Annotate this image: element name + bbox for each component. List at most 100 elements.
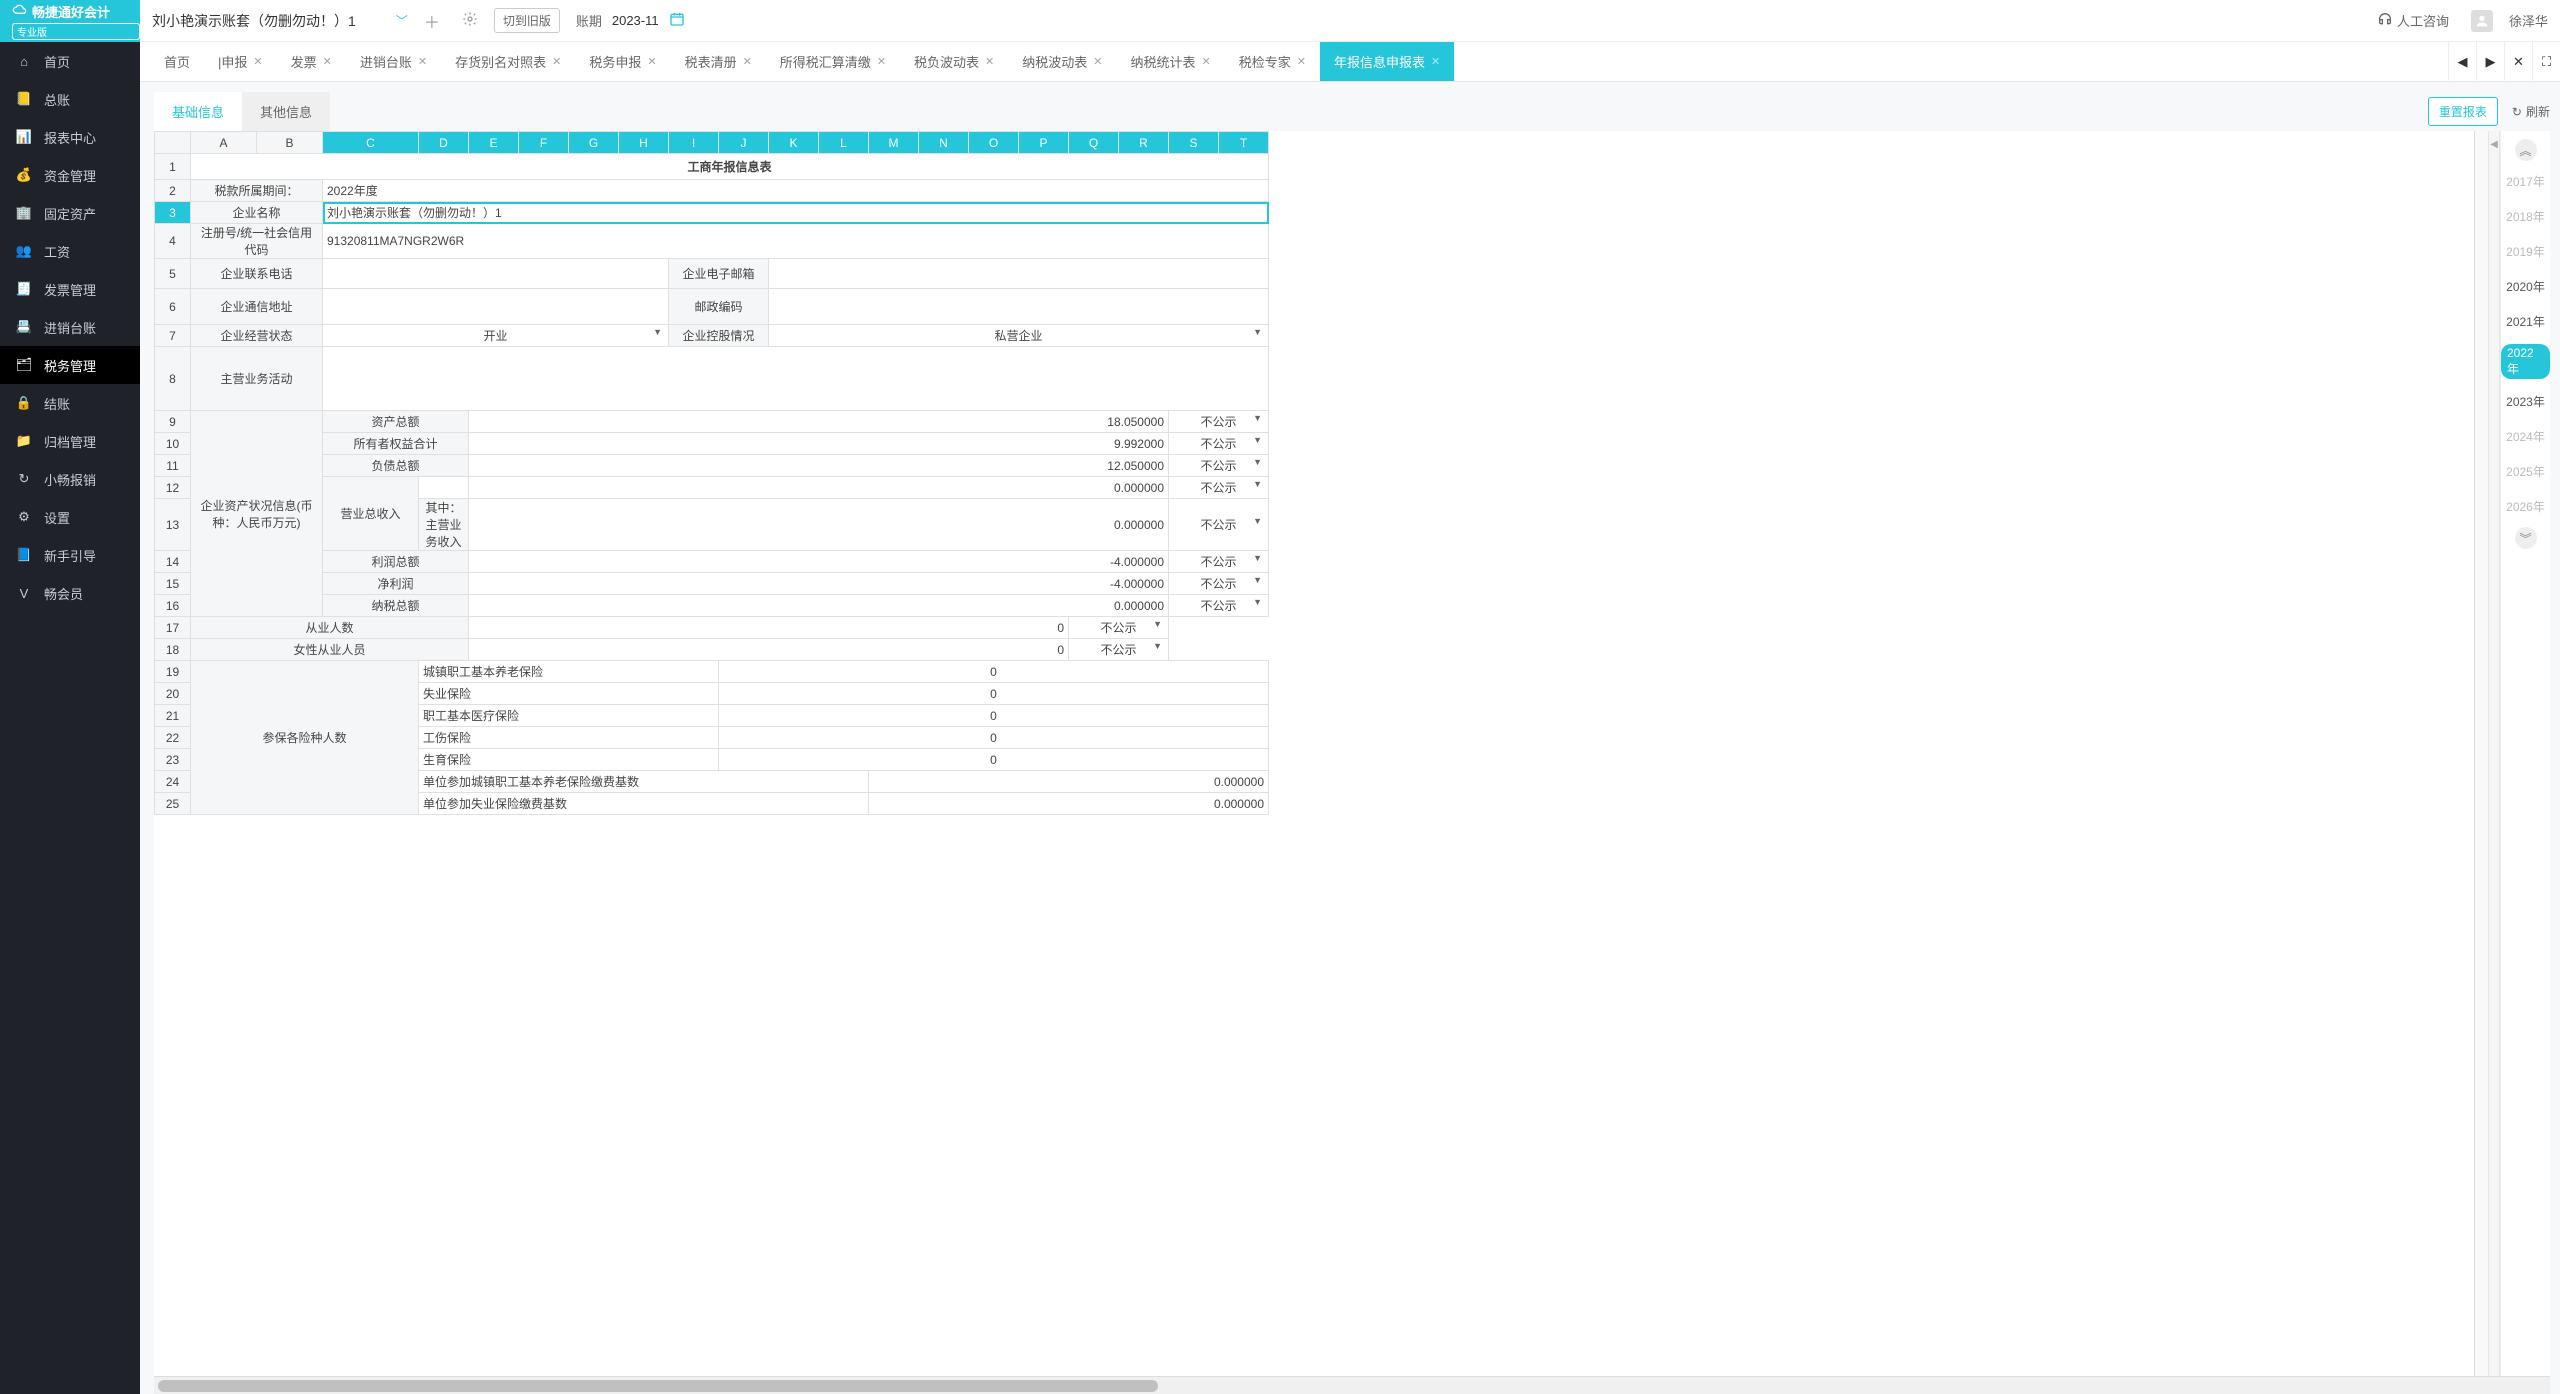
row-header-9[interactable]: 9 (155, 411, 191, 433)
tab-3[interactable]: 进销台账✕ (346, 42, 441, 81)
sidebar-item-4[interactable]: 🏢固定资产 (0, 194, 140, 232)
year-item-2025年[interactable]: 2025年 (2506, 459, 2545, 484)
year-item-2021年[interactable]: 2021年 (2506, 309, 2545, 334)
settings-gear-icon[interactable] (456, 11, 484, 30)
asset-value-14[interactable]: -4.000000 (469, 551, 1169, 573)
row-header-20[interactable]: 20 (155, 683, 191, 705)
row-header-16[interactable]: 16 (155, 595, 191, 617)
asset-value-9[interactable]: 18.050000 (469, 411, 1169, 433)
tab-close-icon[interactable]: ✕ (1297, 55, 1306, 68)
ins-value-23[interactable]: 0 (719, 749, 1269, 771)
row-header-15[interactable]: 15 (155, 573, 191, 595)
year-rail-collapse-icon[interactable]: ◀ (2488, 131, 2500, 1376)
sidebar-item-8[interactable]: 🗂税务管理 (0, 346, 140, 384)
tab-11[interactable]: 税检专家✕ (1225, 42, 1320, 81)
sidebar-item-1[interactable]: 📒总账 (0, 80, 140, 118)
tab-7[interactable]: 所得税汇算清缴✕ (766, 42, 900, 81)
tab-8[interactable]: 税负波动表✕ (900, 42, 1008, 81)
tab-close-icon[interactable]: ✕ (253, 55, 262, 68)
row-header-17[interactable]: 17 (155, 617, 191, 639)
row-header-11[interactable]: 11 (155, 455, 191, 477)
tab-10[interactable]: 纳税统计表✕ (1117, 42, 1225, 81)
col-header-T[interactable]: T (1219, 132, 1269, 154)
emp-value-18[interactable]: 0 (469, 639, 1069, 661)
subtab-0[interactable]: 基础信息 (154, 92, 242, 131)
tab-12[interactable]: 年报信息申报表✕ (1320, 42, 1454, 81)
col-header-B[interactable]: B (257, 132, 323, 154)
sidebar-item-14[interactable]: V畅会员 (0, 574, 140, 612)
reset-report-button[interactable]: 重置报表 (2428, 97, 2498, 126)
col-header-R[interactable]: R (1119, 132, 1169, 154)
row-header-25[interactable]: 25 (155, 793, 191, 815)
fullscreen-icon[interactable]: ⛶ (2532, 42, 2560, 82)
tab-close-icon[interactable]: ✕ (1431, 55, 1440, 68)
emp-value-17[interactable]: 0 (469, 617, 1069, 639)
sidebar-item-2[interactable]: 📊报表中心 (0, 118, 140, 156)
row-header-19[interactable]: 19 (155, 661, 191, 683)
asset-value-13[interactable]: 0.000000 (469, 499, 1169, 551)
visibility-select-14[interactable]: 不公示 (1169, 551, 1269, 573)
tab-close-icon[interactable]: ✕ (877, 55, 886, 68)
row-header-21[interactable]: 21 (155, 705, 191, 727)
col-header-I[interactable]: I (669, 132, 719, 154)
visibility-select-16[interactable]: 不公示 (1169, 595, 1269, 617)
visibility-select-17[interactable]: 不公示 (1069, 617, 1169, 639)
phone-value[interactable] (323, 259, 669, 289)
refresh-button[interactable]: ↻ 刷新 (2512, 103, 2550, 120)
vertical-scrollbar[interactable] (2474, 131, 2488, 1376)
year-item-2018年[interactable]: 2018年 (2506, 204, 2545, 229)
tab-4[interactable]: 存货别名对照表✕ (441, 42, 575, 81)
blank[interactable] (419, 477, 469, 499)
row-header-13[interactable]: 13 (155, 499, 191, 551)
tab-2[interactable]: 发票✕ (277, 42, 346, 81)
col-header-K[interactable]: K (769, 132, 819, 154)
tab-close-icon[interactable]: ✕ (552, 55, 561, 68)
tabs-next-icon[interactable]: ▶ (2476, 42, 2504, 82)
base-value-25[interactable]: 0.000000 (869, 793, 1269, 815)
sidebar-item-5[interactable]: 👥工资 (0, 232, 140, 270)
add-account-icon[interactable]: ＋ (418, 9, 446, 33)
tab-1[interactable]: |申报✕ (204, 42, 277, 81)
year-up-icon[interactable]: ︽ (2515, 139, 2537, 161)
sidebar-item-12[interactable]: ⚙设置 (0, 498, 140, 536)
col-header-F[interactable]: F (519, 132, 569, 154)
row-header-12[interactable]: 12 (155, 477, 191, 499)
company-name-value[interactable]: 刘小艳演示账套（勿删勿动！）1 (323, 202, 1269, 224)
row-header-4[interactable]: 4 (155, 224, 191, 259)
tab-close-icon[interactable]: ✕ (985, 55, 994, 68)
row-header-24[interactable]: 24 (155, 771, 191, 793)
main-biz-value[interactable] (323, 347, 1269, 411)
zip-value[interactable] (769, 289, 1269, 325)
visibility-select-15[interactable]: 不公示 (1169, 573, 1269, 595)
row-header-10[interactable]: 10 (155, 433, 191, 455)
col-header-C[interactable]: C (323, 132, 419, 154)
subtab-1[interactable]: 其他信息 (242, 92, 330, 131)
row-header-18[interactable]: 18 (155, 639, 191, 661)
year-down-icon[interactable]: ︾ (2515, 527, 2537, 549)
visibility-select-9[interactable]: 不公示 (1169, 411, 1269, 433)
horizontal-scrollbar[interactable] (154, 1376, 2550, 1394)
consult-link[interactable]: 人工咨询 (2377, 11, 2449, 30)
col-header-L[interactable]: L (819, 132, 869, 154)
year-item-2024年[interactable]: 2024年 (2506, 424, 2545, 449)
row-header-8[interactable]: 8 (155, 347, 191, 411)
select-all-corner[interactable] (155, 132, 191, 154)
tab-close-icon[interactable]: ✕ (1093, 55, 1102, 68)
col-header-D[interactable]: D (419, 132, 469, 154)
year-item-2019年[interactable]: 2019年 (2506, 239, 2545, 264)
col-header-M[interactable]: M (869, 132, 919, 154)
holding-select[interactable]: 私营企业 (769, 325, 1269, 347)
calendar-icon[interactable] (669, 11, 685, 30)
row-header-6[interactable]: 6 (155, 289, 191, 325)
col-header-E[interactable]: E (469, 132, 519, 154)
visibility-select-13[interactable]: 不公示 (1169, 499, 1269, 551)
address-value[interactable] (323, 289, 669, 325)
col-header-H[interactable]: H (619, 132, 669, 154)
ins-value-19[interactable]: 0 (719, 661, 1269, 683)
asset-value-16[interactable]: 0.000000 (469, 595, 1169, 617)
col-header-Q[interactable]: Q (1069, 132, 1119, 154)
tax-period-value[interactable]: 2022年度 (323, 180, 1269, 202)
reg-code-value[interactable]: 91320811MA7NGR2W6R (323, 224, 1269, 259)
asset-value-10[interactable]: 9.992000 (469, 433, 1169, 455)
row-header-2[interactable]: 2 (155, 180, 191, 202)
